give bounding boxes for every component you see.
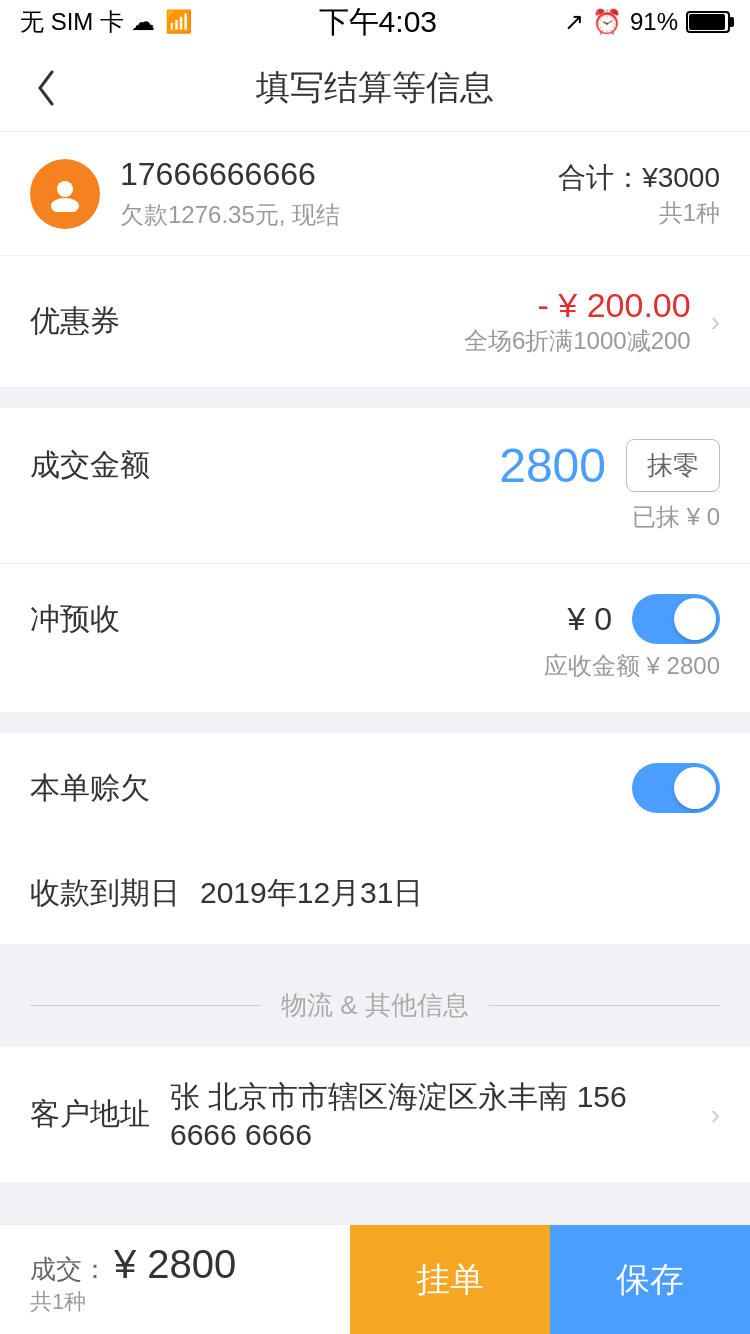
prepay-amount: ¥ 0: [568, 601, 612, 638]
bottom-deal-label: 成交：: [30, 1252, 108, 1287]
coupon-label: 优惠券: [30, 301, 120, 342]
due-date-label: 收款到期日: [30, 873, 180, 914]
battery-percent: 91%: [630, 8, 678, 36]
prepay-top: 冲预收 ¥ 0: [30, 594, 720, 644]
customer-right: 合计：¥3000 共1种: [558, 159, 720, 229]
page-title: 填写结算等信息: [256, 65, 494, 111]
debt-label: 本单赊欠: [30, 768, 150, 809]
status-bar: 无 SIM 卡 ☁ 📶 下午4:03 ↗ ⏰ 91%: [0, 0, 750, 44]
separator-3: [0, 944, 750, 964]
deal-label: 成交金额: [30, 445, 150, 486]
round-button[interactable]: 抹零: [626, 439, 720, 492]
prepay-right: ¥ 0: [568, 594, 720, 644]
address-chevron-icon: ›: [711, 1099, 720, 1131]
svg-point-1: [51, 198, 79, 212]
due-date-value: 2019年12月31日: [200, 873, 423, 914]
location-icon: ↗: [564, 8, 584, 36]
alarm-icon: ⏰: [592, 8, 622, 36]
bottom-bar: 成交： ¥ 2800 共1种 挂单 保存: [0, 1224, 750, 1334]
status-right: ↗ ⏰ 91%: [564, 8, 730, 36]
deal-right: 2800 抹零: [499, 438, 720, 493]
header: 填写结算等信息: [0, 44, 750, 132]
content: 17666666666 欠款1276.35元, 现结 合计：¥3000 共1种 …: [0, 132, 750, 1334]
deal-amount: 2800: [499, 438, 606, 493]
customer-card: 17666666666 欠款1276.35元, 现结 合计：¥3000 共1种: [0, 132, 750, 256]
debt-row: 本单赊欠: [0, 733, 750, 843]
save-button[interactable]: 保存: [550, 1225, 750, 1334]
debt-toggle-knob: [674, 767, 716, 809]
separator-2: [0, 713, 750, 733]
prepay-sub: 应收金额 ¥ 2800: [30, 650, 720, 682]
debt-toggle[interactable]: [632, 763, 720, 813]
prepay-label: 冲预收: [30, 599, 120, 640]
coupon-value: - ¥ 200.00: [464, 286, 691, 325]
battery-icon: [686, 11, 730, 33]
address-label: 客户地址: [30, 1094, 150, 1135]
customer-info: 17666666666 欠款1276.35元, 现结: [120, 156, 340, 231]
bottom-deal-amount: ¥ 2800: [114, 1242, 236, 1287]
coupon-chevron-icon: ›: [711, 306, 720, 338]
section-header-text: 物流 & 其他信息: [281, 988, 469, 1023]
section-line-left: [30, 1005, 261, 1006]
bottom-summary: 成交： ¥ 2800 共1种: [0, 1225, 350, 1334]
avatar: [30, 159, 100, 229]
coupon-desc: 全场6折满1000减200: [464, 325, 691, 357]
status-time: 下午4:03: [319, 2, 437, 43]
deal-row-top: 成交金额 2800 抹零: [30, 438, 720, 493]
customer-left: 17666666666 欠款1276.35元, 现结: [30, 156, 340, 231]
due-date-row: 收款到期日 2019年12月31日: [0, 843, 750, 944]
toggle-knob: [674, 598, 716, 640]
status-left: 无 SIM 卡 ☁ 📶: [20, 6, 192, 38]
svg-point-0: [57, 181, 73, 197]
coupon-right: - ¥ 200.00 全场6折满1000减200 ›: [464, 286, 720, 357]
prepay-toggle[interactable]: [632, 594, 720, 644]
customer-count: 共1种: [558, 197, 720, 229]
customer-debt: 欠款1276.35元, 现结: [120, 199, 340, 231]
wifi-icon: 📶: [165, 9, 192, 35]
back-button[interactable]: [24, 66, 68, 110]
coupon-row[interactable]: 优惠券 - ¥ 200.00 全场6折满1000减200 ›: [0, 256, 750, 388]
customer-phone: 17666666666: [120, 156, 340, 193]
deal-sub: 已抹 ¥ 0: [30, 501, 720, 533]
address-row[interactable]: 客户地址 张 北京市市辖区海淀区永丰南 156 6666 6666 ›: [0, 1047, 750, 1182]
customer-total: 合计：¥3000: [558, 159, 720, 197]
deal-row: 成交金额 2800 抹零 已抹 ¥ 0: [0, 408, 750, 564]
hang-button[interactable]: 挂单: [350, 1225, 550, 1334]
address-value: 张 北京市市辖区海淀区永丰南 156 6666 6666: [170, 1077, 701, 1152]
separator-1: [0, 388, 750, 408]
prepay-row: 冲预收 ¥ 0 应收金额 ¥ 2800: [0, 564, 750, 713]
section-line-right: [489, 1005, 720, 1006]
bottom-count: 共1种: [30, 1287, 320, 1317]
section-header: 物流 & 其他信息: [0, 964, 750, 1047]
sim-label: 无 SIM 卡 ☁: [20, 6, 155, 38]
